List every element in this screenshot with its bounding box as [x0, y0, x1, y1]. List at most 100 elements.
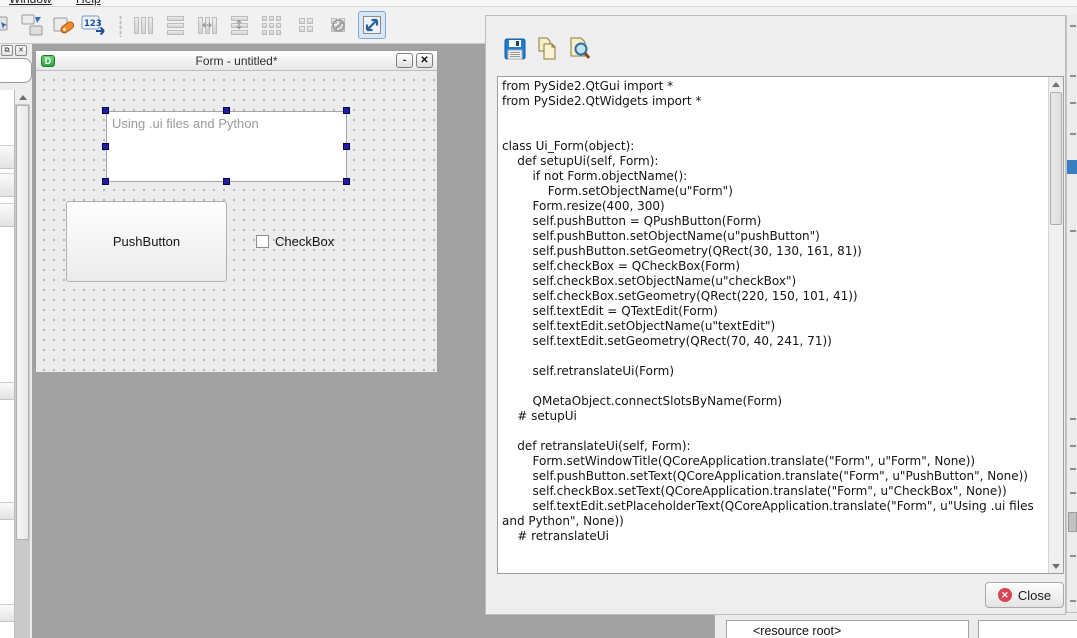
scrollbar-thumb[interactable]: [1050, 92, 1062, 225]
layout-form-icon: [299, 18, 313, 32]
code-line: self.checkBox.setGeometry(QRect(220, 150…: [502, 289, 1045, 304]
svg-text:123: 123: [84, 19, 102, 29]
checkbox-box-icon[interactable]: [256, 235, 269, 248]
menu-help[interactable]: Help: [76, 0, 101, 6]
copy-icon: [536, 37, 560, 65]
dock-close-button[interactable]: ✕: [15, 45, 27, 56]
code-line: if not Form.objectName():: [502, 169, 1045, 184]
layout-horizontal-button[interactable]: [129, 11, 157, 39]
layout-form-button[interactable]: [292, 11, 320, 39]
edit-tab-order-button[interactable]: 123: [80, 11, 108, 39]
form-window-title: Form - untitled*: [36, 54, 437, 68]
code-line: [502, 349, 1045, 364]
close-window-button[interactable]: ✕: [416, 53, 433, 68]
code-line: [502, 424, 1045, 439]
scroll-up-icon[interactable]: [15, 90, 30, 104]
selection-handle-s[interactable]: [223, 178, 230, 185]
code-line: self.pushButton.setObjectName(u"pushButt…: [502, 229, 1045, 244]
selection-handle-n[interactable]: [223, 107, 230, 114]
break-layout-button[interactable]: [324, 11, 352, 39]
layout-vertical-button[interactable]: [161, 11, 189, 39]
widget-box-item[interactable]: [0, 173, 14, 197]
widget-box-item[interactable]: [0, 604, 14, 622]
layout-grid-icon: [262, 16, 281, 35]
scrollbar-fragment[interactable]: [1068, 512, 1077, 532]
edit-signals-slots-icon: [21, 14, 43, 36]
selection-handle-ne[interactable]: [343, 107, 350, 114]
widget-box-scrollbar[interactable]: [14, 90, 30, 638]
code-vertical-scrollbar[interactable]: [1048, 77, 1063, 573]
right-panel-sliver: [1066, 15, 1077, 612]
designer-app-icon: D: [41, 55, 55, 67]
save-button[interactable]: [502, 38, 528, 64]
layout-grid-button[interactable]: [257, 11, 285, 39]
code-line: self.pushButton = QPushButton(Form): [502, 214, 1045, 229]
widget-box-search-input[interactable]: [0, 58, 32, 83]
layout-splitter-horizontal-button[interactable]: ↔: [193, 11, 221, 39]
selection-handle-w[interactable]: [102, 143, 109, 150]
toolbar-separator: [119, 15, 122, 37]
dock-float-button[interactable]: ⧉: [1, 45, 13, 56]
edit-widgets-button[interactable]: [0, 11, 14, 39]
selection-handle-nw[interactable]: [102, 107, 109, 114]
selection-handle-e[interactable]: [343, 143, 350, 150]
layout-splitter-horizontal-icon: ↔: [198, 17, 217, 34]
close-button-label: Close: [1018, 588, 1051, 603]
code-line: self.textEdit = QTextEdit(Form): [502, 304, 1045, 319]
code-line: [502, 124, 1045, 139]
edit-buddies-button[interactable]: [50, 11, 78, 39]
scroll-up-icon[interactable]: [1049, 77, 1063, 91]
layout-splitter-vertical-button[interactable]: ↕: [225, 11, 253, 39]
copy-button[interactable]: [535, 38, 561, 64]
code-line: self.checkBox = QCheckBox(Form): [502, 259, 1045, 274]
find-button[interactable]: [567, 38, 593, 64]
menu-bar: Window Help: [0, 0, 1077, 7]
widget-box-dock: ⧉ ✕: [0, 44, 32, 638]
textedit-placeholder: Using .ui files and Python: [112, 116, 259, 131]
checkbox-widget[interactable]: CheckBox: [256, 221, 357, 262]
edit-signals-slots-button[interactable]: [18, 11, 46, 39]
save-icon: [504, 38, 526, 65]
widget-box-item[interactable]: [0, 502, 14, 520]
code-line: Form.setWindowTitle(QCoreApplication.tra…: [502, 454, 1045, 469]
scroll-down-icon[interactable]: [1049, 559, 1063, 573]
resource-detail-pane[interactable]: [978, 620, 1077, 638]
code-line: # setupUi: [502, 409, 1045, 424]
selection-handle-se[interactable]: [343, 178, 350, 185]
widget-box-item[interactable]: [0, 382, 14, 400]
close-button[interactable]: ✕ Close: [985, 582, 1064, 608]
resource-browser-dock: <resource root>: [714, 612, 1077, 638]
form-window-titlebar[interactable]: D Form - untitled* - ✕: [36, 51, 437, 71]
code-preview-dialog: from PySide2.QtGui import *from PySide2.…: [485, 15, 1066, 615]
code-line: and Python", None)): [502, 514, 1045, 529]
code-view[interactable]: from PySide2.QtGui import *from PySide2.…: [497, 76, 1064, 574]
edit-widgets-icon: [0, 14, 11, 36]
widget-box-list: [0, 90, 14, 638]
form-canvas[interactable]: Using .ui files and Python PushButton Ch…: [36, 71, 437, 372]
code-line: self.checkBox.setText(QCoreApplication.t…: [502, 484, 1045, 499]
selected-row-fragment[interactable]: [1067, 160, 1077, 174]
textedit-widget[interactable]: Using .ui files and Python: [106, 111, 347, 182]
resource-root-item[interactable]: <resource root>: [753, 624, 841, 638]
layout-vertical-icon: [167, 16, 184, 35]
selection-handle-sw[interactable]: [102, 178, 109, 185]
designer-form-window: D Form - untitled* - ✕ Using .ui files a…: [35, 50, 438, 372]
widget-box-item[interactable]: [0, 145, 14, 169]
edit-tab-order-icon: 123: [81, 14, 107, 36]
code-line: def setupUi(self, Form):: [502, 154, 1045, 169]
minimize-button[interactable]: -: [396, 53, 413, 68]
code-line: def retranslateUi(self, Form):: [502, 439, 1045, 454]
scrollbar-thumb[interactable]: [16, 105, 29, 540]
code-lines: from PySide2.QtGui import *from PySide2.…: [502, 79, 1045, 544]
pushbutton-widget[interactable]: PushButton: [66, 201, 227, 282]
code-line: self.checkBox.setObjectName(u"checkBox"): [502, 274, 1045, 289]
code-line: self.textEdit.setPlaceholderText(QCoreAp…: [502, 499, 1045, 514]
menu-window[interactable]: Window: [9, 0, 52, 6]
code-line: [502, 109, 1045, 124]
code-line: self.pushButton.setGeometry(QRect(30, 13…: [502, 244, 1045, 259]
widget-box-item[interactable]: [0, 203, 14, 227]
resource-tree[interactable]: <resource root>: [726, 620, 969, 638]
code-line: QMetaObject.connectSlotsByName(Form): [502, 394, 1045, 409]
adjust-size-button[interactable]: [358, 11, 386, 39]
code-line: class Ui_Form(object):: [502, 139, 1045, 154]
